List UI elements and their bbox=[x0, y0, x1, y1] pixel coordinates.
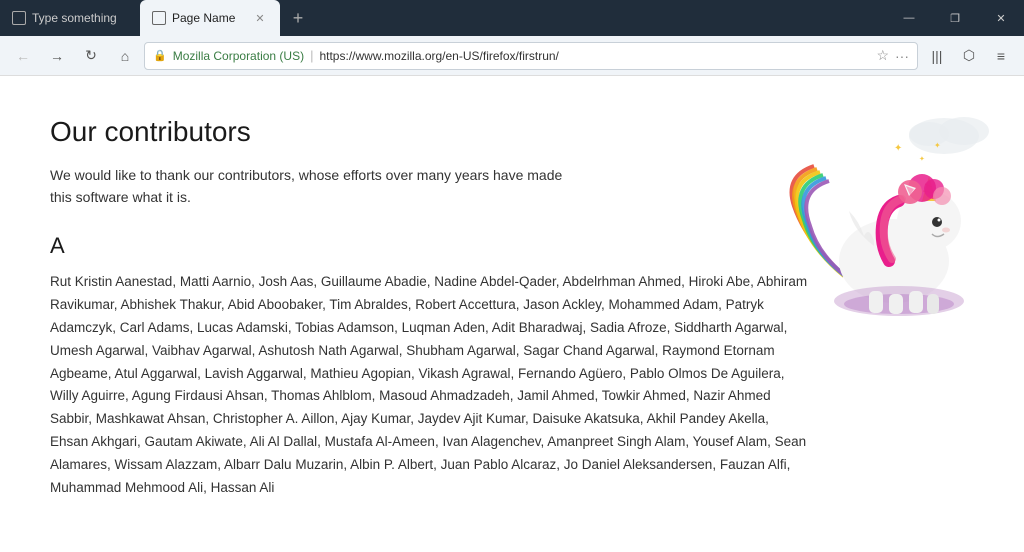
page-content: ✦ ✦ ✦ bbox=[0, 76, 1024, 552]
page-description: We would like to thank our contributors,… bbox=[50, 164, 570, 209]
reload-button[interactable]: ↻ bbox=[76, 41, 106, 71]
address-url: https://www.mozilla.org/en-US/firefox/fi… bbox=[319, 49, 558, 63]
tab-2[interactable]: Page Name ✕ bbox=[140, 0, 280, 36]
tab-1[interactable]: Type something bbox=[0, 0, 140, 36]
close-button[interactable]: ✕ bbox=[978, 0, 1024, 36]
menu-button[interactable]: ≡ bbox=[986, 41, 1016, 71]
bookmark-star-icon[interactable]: ☆ bbox=[876, 47, 889, 64]
minimize-button[interactable]: — bbox=[886, 0, 932, 36]
lock-icon: 🔒 bbox=[153, 49, 167, 62]
svg-text:✦: ✦ bbox=[919, 155, 925, 163]
tab-1-icon bbox=[12, 11, 26, 25]
page-actions-icon[interactable]: ··· bbox=[895, 48, 909, 64]
secure-label: Mozilla Corporation (US) bbox=[173, 49, 304, 63]
toolbar: ← → ↻ ⌂ 🔒 Mozilla Corporation (US) | htt… bbox=[0, 36, 1024, 76]
back-button[interactable]: ← bbox=[8, 41, 38, 71]
maximize-button[interactable]: ❐ bbox=[932, 0, 978, 36]
forward-button[interactable]: → bbox=[42, 41, 72, 71]
contributors-list: Rut Kristin Aanestad, Matti Aarnio, Josh… bbox=[50, 271, 810, 500]
tab-1-label: Type something bbox=[32, 11, 117, 25]
tab-2-label: Page Name bbox=[172, 11, 235, 25]
library-button[interactable]: ||| bbox=[922, 41, 952, 71]
unicorn-illustration: ✦ ✦ ✦ bbox=[774, 106, 994, 326]
toolbar-right: ||| ⬡ ≡ bbox=[922, 41, 1016, 71]
new-tab-button[interactable]: + bbox=[280, 0, 316, 36]
address-bar[interactable]: 🔒 Mozilla Corporation (US) | https://www… bbox=[144, 42, 918, 70]
title-bar: Type something Page Name ✕ + — ❐ ✕ bbox=[0, 0, 1024, 36]
window-controls: — ❐ ✕ bbox=[886, 0, 1024, 36]
svg-text:✦: ✦ bbox=[934, 141, 941, 150]
sync-button[interactable]: ⬡ bbox=[954, 41, 984, 71]
home-button[interactable]: ⌂ bbox=[110, 41, 140, 71]
tab-2-close[interactable]: ✕ bbox=[252, 10, 268, 26]
address-separator: | bbox=[310, 48, 313, 63]
tab-2-icon bbox=[152, 11, 166, 25]
svg-text:✦: ✦ bbox=[894, 143, 902, 154]
